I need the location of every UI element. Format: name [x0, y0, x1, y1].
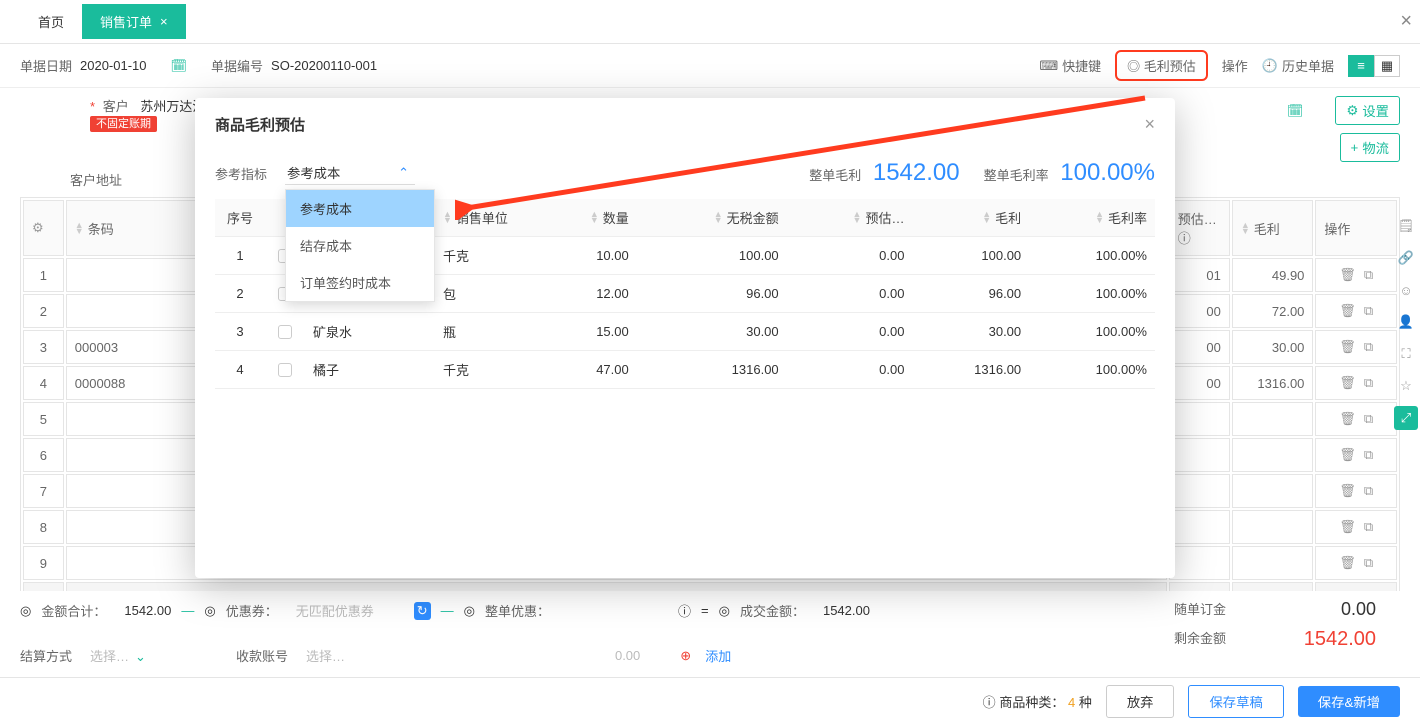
modal-controls: 参考指标 ⌃ 参考成本 结存成本 订单签约时成本 整单毛利 1542.00 整单… [195, 151, 1175, 199]
row-rate: 100.00% [1029, 275, 1155, 313]
dropdown-option[interactable]: 参考成本 [286, 190, 434, 227]
indicator-label: 参考指标 [215, 164, 267, 183]
row-unit: 千克 [435, 237, 535, 275]
total-profit-value: 1542.00 [873, 159, 960, 186]
row-check[interactable] [265, 351, 305, 389]
close-icon[interactable]: × [1144, 114, 1155, 135]
dropdown-option[interactable]: 结存成本 [286, 227, 434, 264]
modal-title: 商品毛利预估 [215, 114, 305, 135]
col-profit[interactable]: 毛利 [995, 211, 1021, 226]
row-profit: 1316.00 [912, 351, 1029, 389]
col-qty[interactable]: 数量 [603, 211, 629, 226]
col-unit[interactable]: 销售单位 [456, 211, 508, 226]
sort-icon[interactable]: ▲▼ [853, 211, 862, 223]
row-profit: 30.00 [912, 313, 1029, 351]
total-rate-label: 整单毛利率 [984, 168, 1049, 183]
col-est[interactable]: 预估… [865, 211, 904, 226]
row-rate: 100.00% [1029, 237, 1155, 275]
profit-estimate-modal: 商品毛利预估 × 参考指标 ⌃ 参考成本 结存成本 订单签约时成本 整单毛利 1… [195, 98, 1175, 578]
row-est: 0.00 [787, 275, 913, 313]
dropdown-option[interactable]: 订单签约时成本 [286, 264, 434, 301]
indicator-input[interactable] [285, 161, 415, 185]
row-amount: 30.00 [637, 313, 787, 351]
sort-icon[interactable]: ▲▼ [982, 211, 991, 223]
row-unit: 千克 [435, 351, 535, 389]
sort-icon[interactable]: ▲▼ [443, 211, 452, 223]
row-profit: 96.00 [912, 275, 1029, 313]
row-amount: 96.00 [637, 275, 787, 313]
row-profit: 100.00 [912, 237, 1029, 275]
sort-icon[interactable]: ▲▼ [714, 211, 723, 223]
row-idx: 3 [215, 313, 265, 351]
row-name: 矿泉水 [305, 313, 435, 351]
indicator-select[interactable]: ⌃ 参考成本 结存成本 订单签约时成本 [285, 161, 415, 185]
chevron-up-icon: ⌃ [398, 165, 409, 181]
col-amount[interactable]: 无税金额 [727, 211, 779, 226]
total-rate-value: 100.00% [1060, 159, 1155, 186]
row-qty: 47.00 [535, 351, 637, 389]
total-profit-label: 整单毛利 [809, 168, 861, 183]
row-check[interactable] [265, 313, 305, 351]
sort-icon[interactable]: ▲▼ [1095, 211, 1104, 223]
row-amount: 100.00 [637, 237, 787, 275]
row-idx: 4 [215, 351, 265, 389]
row-est: 0.00 [787, 313, 913, 351]
row-idx: 2 [215, 275, 265, 313]
row-unit: 瓶 [435, 313, 535, 351]
row-amount: 1316.00 [637, 351, 787, 389]
sort-icon[interactable]: ▲▼ [590, 211, 599, 223]
row-est: 0.00 [787, 351, 913, 389]
row-name: 橘子 [305, 351, 435, 389]
row-qty: 10.00 [535, 237, 637, 275]
row-rate: 100.00% [1029, 313, 1155, 351]
row-qty: 15.00 [535, 313, 637, 351]
row-rate: 100.00% [1029, 351, 1155, 389]
row-est: 0.00 [787, 237, 913, 275]
row-unit: 包 [435, 275, 535, 313]
indicator-dropdown: 参考成本 结存成本 订单签约时成本 [285, 189, 435, 302]
modal-header: 商品毛利预估 × [195, 98, 1175, 151]
col-idx: 序号 [215, 199, 265, 237]
modal-summary: 整单毛利 1542.00 整单毛利率 100.00% [809, 159, 1155, 187]
row-qty: 12.00 [535, 275, 637, 313]
col-rate[interactable]: 毛利率 [1108, 211, 1147, 226]
row-idx: 1 [215, 237, 265, 275]
